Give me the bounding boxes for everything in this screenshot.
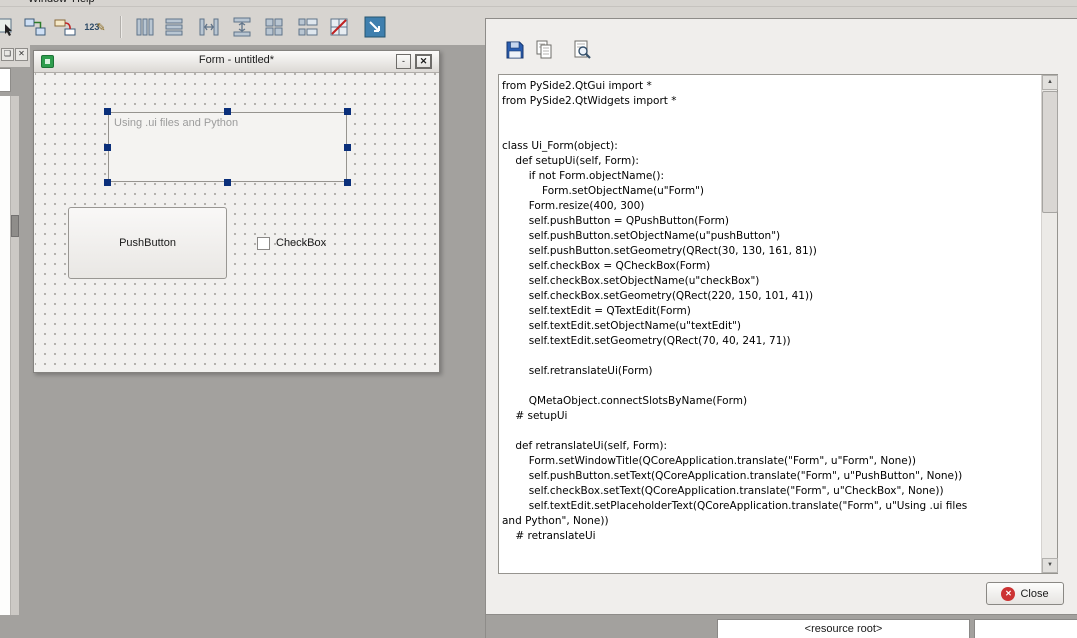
resize-handle-bottom-right[interactable] <box>344 179 351 186</box>
edit-tab-order-icon[interactable]: 123✎ <box>82 14 108 40</box>
scroll-up-button[interactable]: ▲ <box>1042 75 1058 90</box>
layout-form-icon[interactable] <box>295 14 321 40</box>
resize-handle-top-middle[interactable] <box>224 108 231 115</box>
layout-horizontal-splitter-icon[interactable] <box>196 14 222 40</box>
minimize-button[interactable]: - <box>396 54 411 69</box>
checkbox-label: CheckBox <box>276 237 326 249</box>
dock-scrollbar-track[interactable] <box>11 96 19 615</box>
edit-signals-slots-icon[interactable] <box>22 14 48 40</box>
dock-filter-input-fragment[interactable] <box>0 68 11 92</box>
layout-horizontal-icon[interactable] <box>132 14 158 40</box>
menu-window[interactable]: Window <box>28 0 67 5</box>
toolbar-separator <box>120 16 122 38</box>
screen: Window Help 123✎ <box>0 0 1077 638</box>
scroll-down-button[interactable]: ▼ <box>1042 558 1058 573</box>
dock-scrollbar-thumb[interactable] <box>11 215 19 237</box>
vertical-scrollbar[interactable]: ▲ ▼ <box>1041 75 1057 573</box>
dock-float-button[interactable]: ❏ <box>1 48 14 61</box>
resize-handle-top-right[interactable] <box>344 108 351 115</box>
resource-panel-column <box>974 619 1077 638</box>
dock-close-button[interactable]: ✕ <box>15 48 28 61</box>
form-window-title: Form - untitled* <box>34 54 439 66</box>
resize-handle-bottom-middle[interactable] <box>224 179 231 186</box>
close-x-icon: ✕ <box>1001 587 1015 601</box>
save-icon[interactable] <box>502 37 528 63</box>
dock-titlebar-fragment: ❏ ✕ <box>0 45 30 67</box>
code-view[interactable]: from PySide2.QtGui import * from PySide2… <box>498 74 1058 574</box>
layout-vertical-icon[interactable] <box>161 14 187 40</box>
close-button[interactable]: ✕ <box>415 54 432 69</box>
close-dialog-button[interactable]: ✕ Close <box>986 582 1064 605</box>
textedit-selection: Using .ui files and Python <box>108 112 347 182</box>
pencil-icon: ✎ <box>96 21 105 34</box>
form-window-titlebar[interactable]: Form - untitled* - ✕ <box>34 51 439 73</box>
adjust-size-icon[interactable] <box>362 14 388 40</box>
textedit-widget[interactable]: Using .ui files and Python <box>108 112 347 182</box>
edit-widgets-icon[interactable] <box>0 14 18 40</box>
layout-vertical-splitter-icon[interactable] <box>229 14 255 40</box>
scrollbar-thumb[interactable] <box>1042 91 1058 213</box>
form-canvas[interactable]: Using .ui files and Python PushButton Ch… <box>35 73 438 371</box>
resource-root-item[interactable]: <resource root> <box>717 619 970 638</box>
resize-handle-middle-right[interactable] <box>344 144 351 151</box>
break-layout-icon[interactable] <box>326 14 352 40</box>
dock-list-fragment[interactable] <box>0 96 11 615</box>
resize-handle-top-left[interactable] <box>104 108 111 115</box>
code-text: from PySide2.QtGui import * from PySide2… <box>502 79 1040 571</box>
resize-handle-bottom-left[interactable] <box>104 179 111 186</box>
checkbox-widget[interactable]: CheckBox <box>257 235 326 251</box>
textedit-placeholder: Using .ui files and Python <box>114 117 238 129</box>
copy-icon[interactable] <box>531 37 557 63</box>
form-window: Form - untitled* - ✕ Using .ui files and… <box>33 50 440 373</box>
edit-buddies-icon[interactable] <box>52 14 78 40</box>
resize-handle-middle-left[interactable] <box>104 144 111 151</box>
pushbutton-widget[interactable]: PushButton <box>68 207 227 279</box>
menu-help[interactable]: Help <box>72 0 95 5</box>
close-button-label: Close <box>1020 588 1048 600</box>
layout-grid-icon[interactable] <box>261 14 287 40</box>
code-preview-dialog: from PySide2.QtGui import * from PySide2… <box>485 18 1077 615</box>
find-icon[interactable] <box>569 37 595 63</box>
checkbox-indicator[interactable] <box>257 237 270 250</box>
